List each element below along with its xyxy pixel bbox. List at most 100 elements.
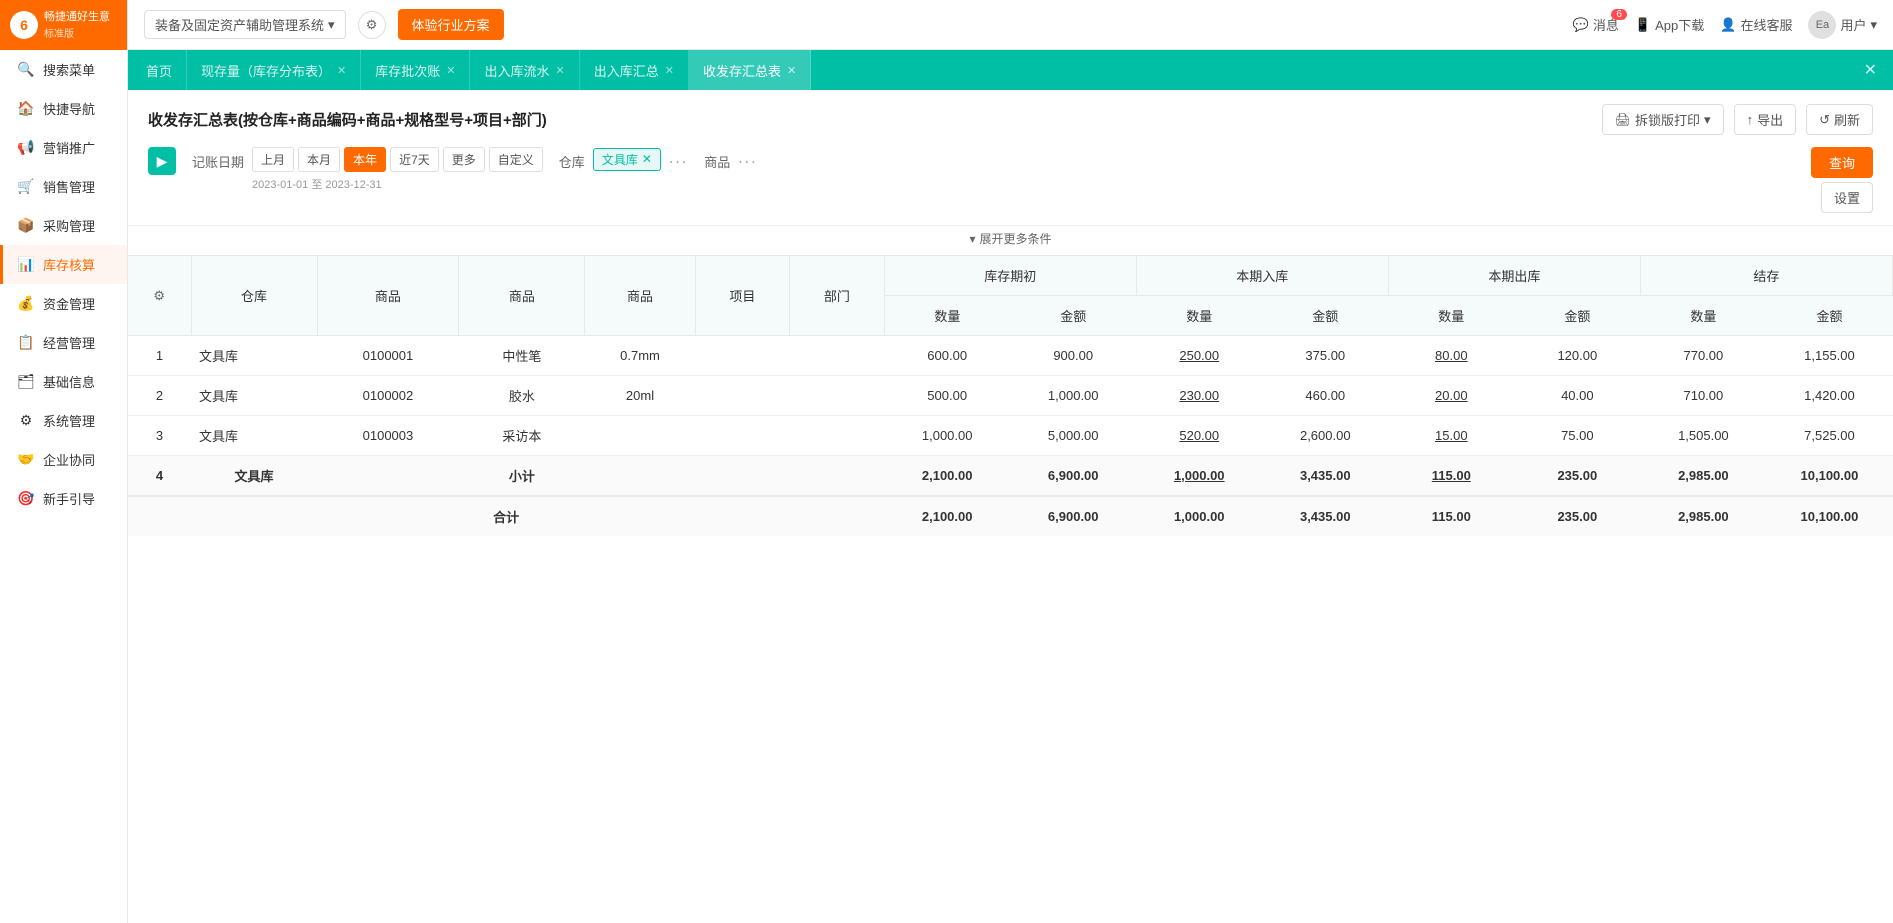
refresh-button[interactable]: ↺ 刷新 — [1806, 104, 1873, 135]
total-out-qty: 115.00 — [1388, 496, 1514, 536]
table-row: 1 文具库 0100001 中性笔 0.7mm 600.00 900.00 25… — [128, 336, 1893, 376]
cell-project-1 — [695, 376, 790, 416]
cell-bal-qty-2: 1,505.00 — [1640, 416, 1766, 456]
tab-batch[interactable]: 库存批次账✕ — [361, 50, 470, 90]
sidebar-item-enterprise[interactable]: 🤝企业协同 — [0, 440, 127, 479]
cell-out-qty-0[interactable]: 80.00 — [1388, 336, 1514, 376]
tab-close-inout-flow[interactable]: ✕ — [556, 64, 565, 77]
warehouse-tag[interactable]: 文具库 ✕ — [593, 148, 661, 171]
sidebar-item-purchase[interactable]: 📦采购管理 — [0, 206, 127, 245]
sidebar-item-system[interactable]: ⚙系统管理 — [0, 401, 127, 440]
messages-button[interactable]: 💬 消息 6 — [1573, 15, 1619, 34]
tab-close-inout-summary[interactable]: ✕ — [665, 64, 674, 77]
in-qty-value-0: 250.00 — [1179, 348, 1219, 363]
date-btn-自定义[interactable]: 自定义 — [489, 147, 543, 172]
set-button[interactable]: 设置 — [1821, 182, 1873, 213]
sidebar-item-quick-nav[interactable]: 🏠快捷导航 — [0, 89, 127, 128]
sidebar-item-operation[interactable]: 📋经营管理 — [0, 323, 127, 362]
cell-start-amt-1: 1,000.00 — [1010, 376, 1136, 416]
sidebar-icon-finance: 💰 — [17, 295, 35, 312]
expand-conditions-button[interactable]: ▾ 展开更多条件 — [969, 230, 1051, 247]
th-period-in: 本期入库 — [1136, 256, 1388, 296]
table-settings-icon[interactable]: ⚙ — [153, 288, 165, 303]
app-download-button[interactable]: 📱 App下载 — [1635, 15, 1704, 34]
sidebar-label-sales: 销售管理 — [43, 177, 95, 196]
table-container: ⚙ 仓库 商品 商品 商品 项目 部门 库存期初 本期入库 本期出库 结存 — [128, 255, 1893, 923]
sidebar-item-inventory[interactable]: 📊库存核算 — [0, 245, 127, 284]
cell-project-2 — [695, 416, 790, 456]
sidebar-icon-purchase: 📦 — [17, 217, 35, 234]
th-bal-qty: 数量 — [1640, 296, 1766, 336]
warehouse-filter-label: 仓库 — [559, 147, 585, 171]
date-btn-更多[interactable]: 更多 — [443, 147, 485, 172]
print-button[interactable]: 🖨 拆锁版打印 ▾ — [1602, 104, 1724, 135]
cell-bal-amt-2: 7,525.00 — [1766, 416, 1892, 456]
total-start-amt: 6,900.00 — [1010, 496, 1136, 536]
top-header: 装备及固定资产辅助管理系统 ▾ ⚙ 体验行业方案 💬 消息 6 📱 App下载 … — [128, 0, 1893, 50]
total-bal-qty: 2,985.00 — [1640, 496, 1766, 536]
cell-start-qty-3: 2,100.00 — [884, 456, 1010, 497]
sidebar-icon-guide: 🎯 — [17, 490, 35, 507]
cell-code-3 — [317, 456, 459, 497]
cell-start-qty-0: 600.00 — [884, 336, 1010, 376]
tab-close-batch[interactable]: ✕ — [446, 64, 455, 77]
system-select[interactable]: 装备及固定资产辅助管理系统 ▾ — [144, 10, 346, 39]
cell-in-qty-2[interactable]: 520.00 — [1136, 416, 1262, 456]
date-btn-本年[interactable]: 本年 — [344, 147, 386, 172]
cell-out-qty-3[interactable]: 115.00 — [1388, 456, 1514, 497]
close-all-tabs-button[interactable]: ✕ — [1852, 60, 1889, 80]
tab-inout-flow[interactable]: 出入库流水✕ — [470, 50, 579, 90]
sidebar-item-finance[interactable]: 💰资金管理 — [0, 284, 127, 323]
date-btn-本月[interactable]: 本月 — [298, 147, 340, 172]
tab-label-receive-summary: 收发存汇总表 — [703, 61, 781, 80]
warehouse-more-button[interactable]: ... — [669, 150, 688, 168]
experience-button[interactable]: 体验行业方案 — [398, 9, 504, 40]
th-period-out: 本期出库 — [1388, 256, 1640, 296]
cell-out-qty-1[interactable]: 20.00 — [1388, 376, 1514, 416]
user-label: 用户 — [1840, 15, 1866, 34]
tab-label-home: 首页 — [146, 61, 172, 80]
cell-start-amt-2: 5,000.00 — [1010, 416, 1136, 456]
query-button[interactable]: 查询 — [1811, 147, 1873, 178]
sidebar: 6 畅捷通好生意 标准版 🔍搜索菜单🏠快捷导航📢营销推广🛒销售管理📦采购管理📊库… — [0, 0, 128, 923]
cell-out-qty-2[interactable]: 15.00 — [1388, 416, 1514, 456]
tab-receive-summary[interactable]: 收发存汇总表 ✕ — [689, 50, 811, 90]
cell-in-qty-3[interactable]: 1,000.00 — [1136, 456, 1262, 497]
date-btn-上月[interactable]: 上月 — [252, 147, 294, 172]
user-button[interactable]: Ea 用户 ▾ — [1808, 11, 1877, 39]
expand-label: 展开更多条件 — [980, 230, 1052, 247]
goods-more-button[interactable]: ... — [738, 150, 757, 168]
sidebar-item-guide[interactable]: 🎯新手引导 — [0, 479, 127, 518]
warehouse-tag-close-icon[interactable]: ✕ — [642, 152, 652, 166]
goods-filter-group: 商品 ... — [704, 147, 757, 171]
tab-close-stock-dist[interactable]: ✕ — [337, 64, 346, 77]
tab-close-receive-summary[interactable]: ✕ — [787, 64, 796, 77]
online-service-button[interactable]: 👤 在线客服 — [1720, 15, 1792, 34]
cell-dept-3 — [790, 456, 885, 497]
sidebar-label-system: 系统管理 — [43, 411, 95, 430]
sidebar-icon-enterprise: 🤝 — [17, 451, 35, 468]
cell-out-amt-0: 120.00 — [1514, 336, 1640, 376]
date-btn-近7天[interactable]: 近7天 — [390, 147, 439, 172]
export-button[interactable]: ↑ 导出 — [1734, 104, 1797, 135]
cell-spec-0: 0.7mm — [585, 336, 695, 376]
gear-button[interactable]: ⚙ — [358, 11, 386, 39]
th-out-qty: 数量 — [1388, 296, 1514, 336]
sidebar-item-basic-info[interactable]: 🗂基础信息 — [0, 362, 127, 401]
sidebar-item-marketing[interactable]: 📢营销推广 — [0, 128, 127, 167]
tab-home[interactable]: 首页 — [132, 50, 187, 90]
in-qty-value-2: 520.00 — [1179, 428, 1219, 443]
cell-in-qty-1[interactable]: 230.00 — [1136, 376, 1262, 416]
cell-name-0: 中性笔 — [459, 336, 585, 376]
sidebar-item-search[interactable]: 🔍搜索菜单 — [0, 50, 127, 89]
sidebar-item-sales[interactable]: 🛒销售管理 — [0, 167, 127, 206]
th-start-qty: 数量 — [884, 296, 1010, 336]
tab-inout-summary[interactable]: 出入库汇总✕ — [580, 50, 689, 90]
tab-stock-dist[interactable]: 现存量（库存分布表） ✕ — [187, 50, 361, 90]
tab-label-stock-dist: 现存量（库存分布表） — [201, 61, 331, 80]
cell-warehouse-3: 文具库 — [191, 456, 317, 497]
filter-toggle-button[interactable]: ▶ — [148, 147, 176, 175]
cell-in-qty-0[interactable]: 250.00 — [1136, 336, 1262, 376]
goods-filter-label: 商品 — [704, 147, 730, 171]
totals-label: 合计 — [128, 496, 884, 536]
